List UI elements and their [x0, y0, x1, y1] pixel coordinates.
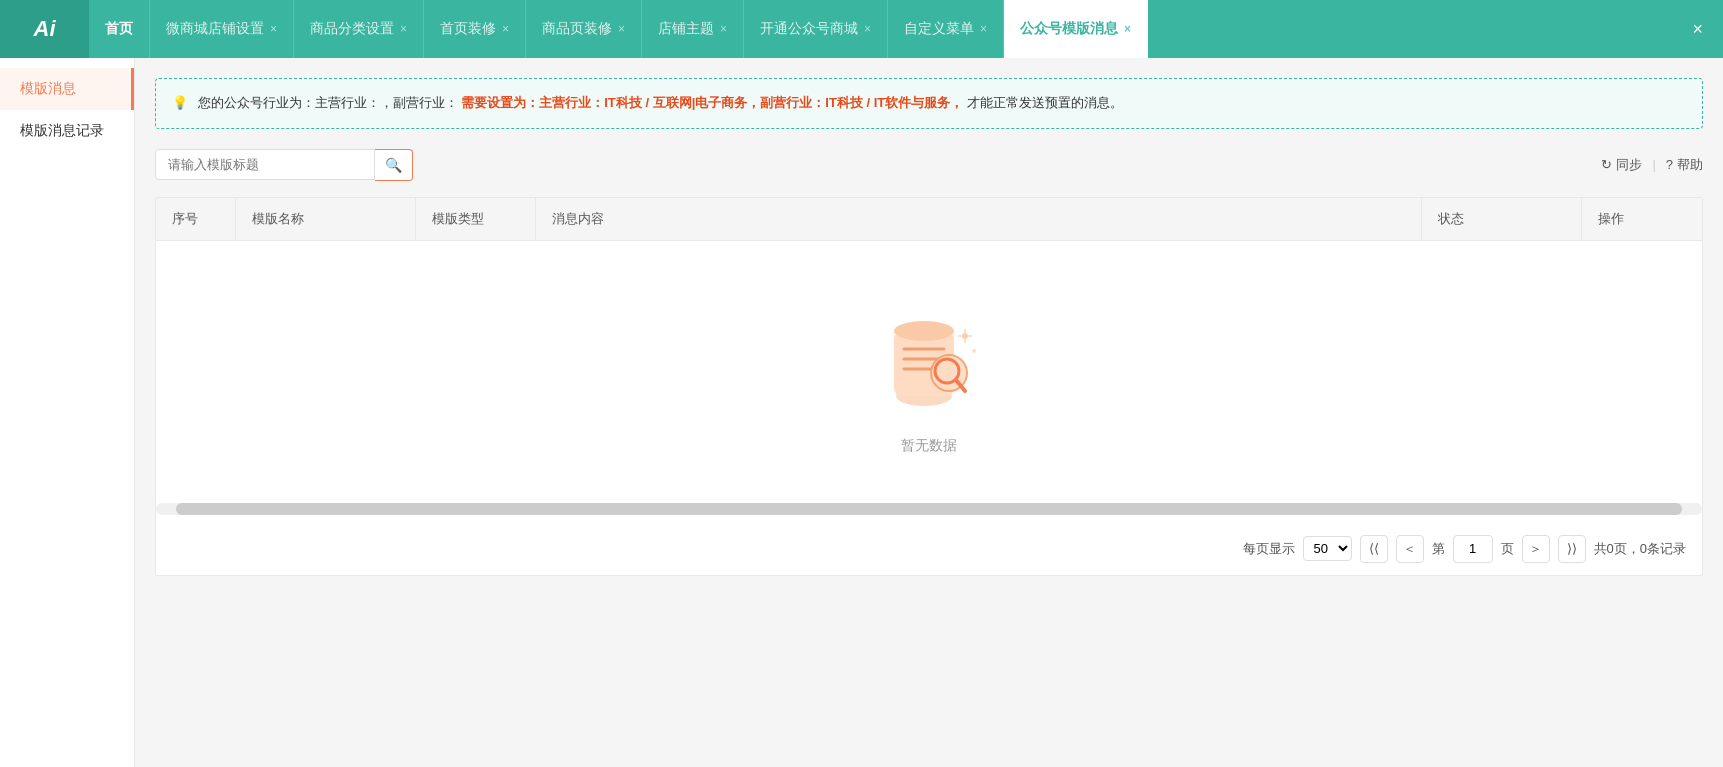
- close-icon[interactable]: ×: [400, 22, 407, 36]
- app-logo: Ai: [0, 0, 89, 58]
- col-header-type: 模版类型: [416, 198, 536, 240]
- info-banner: 💡 您的公众号行业为：主营行业：，副营行业： 需要设置为：主营行业：IT科技 /…: [155, 78, 1703, 129]
- close-icon[interactable]: ×: [1124, 22, 1131, 36]
- close-icon[interactable]: ×: [618, 22, 625, 36]
- search-button[interactable]: 🔍: [375, 149, 413, 181]
- top-nav: Ai 首页 微商城店铺设置 × 商品分类设置 × 首页装修 × 商品页装修 × …: [0, 0, 1723, 58]
- search-bar: 🔍 ↻ 同步 | ? 帮助: [155, 149, 1703, 181]
- close-icon[interactable]: ×: [502, 22, 509, 36]
- scrollbar-thumb[interactable]: [176, 503, 1682, 515]
- nav-tab-template-msg[interactable]: 公众号模版消息 ×: [1004, 0, 1148, 58]
- page-input[interactable]: 1: [1453, 535, 1493, 563]
- nav-tab-open-mall[interactable]: 开通公众号商城 ×: [744, 0, 888, 58]
- close-icon[interactable]: ×: [720, 22, 727, 36]
- col-header-action: 操作: [1582, 198, 1702, 240]
- content-area: 💡 您的公众号行业为：主营行业：，副营行业： 需要设置为：主营行业：IT科技 /…: [135, 58, 1723, 767]
- sidebar-item-template-msg-record[interactable]: 模版消息记录: [0, 110, 134, 152]
- close-all-button[interactable]: ×: [1682, 19, 1713, 40]
- nav-tab-shop-settings[interactable]: 微商城店铺设置 ×: [150, 0, 294, 58]
- per-page-label: 每页显示: [1243, 540, 1295, 558]
- nav-tab-home-decor[interactable]: 首页装修 ×: [424, 0, 526, 58]
- close-icon[interactable]: ×: [980, 22, 987, 36]
- nav-tab-home[interactable]: 首页: [89, 0, 150, 58]
- page-label: 第: [1432, 540, 1445, 558]
- divider: |: [1652, 157, 1655, 172]
- nav-tab-category[interactable]: 商品分类设置 ×: [294, 0, 424, 58]
- bulb-icon: 💡: [172, 95, 188, 110]
- sidebar-item-template-msg[interactable]: 模版消息: [0, 68, 134, 110]
- nav-tab-theme[interactable]: 店铺主题 ×: [642, 0, 744, 58]
- col-header-status: 状态: [1422, 198, 1582, 240]
- sync-button[interactable]: ↻ 同步: [1601, 156, 1642, 174]
- main-layout: 模版消息 模版消息记录 💡 您的公众号行业为：主营行业：，副营行业： 需要设置为…: [0, 58, 1723, 767]
- col-header-name: 模版名称: [236, 198, 416, 240]
- data-table: 序号 模版名称 模版类型 消息内容 状态 操作: [155, 197, 1703, 576]
- empty-text: 暂无数据: [901, 437, 957, 455]
- empty-illustration: [869, 301, 989, 421]
- per-page-select[interactable]: 50: [1303, 536, 1352, 561]
- table-header: 序号 模版名称 模版类型 消息内容 状态 操作: [156, 198, 1702, 241]
- close-icon[interactable]: ×: [270, 22, 277, 36]
- svg-point-10: [972, 349, 976, 353]
- last-page-button[interactable]: ⟩⟩: [1558, 535, 1586, 563]
- page-unit: 页: [1501, 540, 1514, 558]
- col-header-content: 消息内容: [536, 198, 1422, 240]
- help-icon: ?: [1666, 157, 1673, 172]
- col-header-index: 序号: [156, 198, 236, 240]
- next-page-button[interactable]: ＞: [1522, 535, 1550, 563]
- help-button[interactable]: ? 帮助: [1666, 156, 1703, 174]
- total-info: 共0页，0条记录: [1594, 540, 1686, 558]
- svg-point-2: [894, 321, 954, 341]
- search-right: ↻ 同步 | ? 帮助: [1601, 156, 1703, 174]
- search-left: 🔍: [155, 149, 413, 181]
- search-input[interactable]: [155, 149, 375, 180]
- first-page-button[interactable]: ⟨⟨: [1360, 535, 1388, 563]
- prev-page-button[interactable]: ＜: [1396, 535, 1424, 563]
- sidebar: 模版消息 模版消息记录: [0, 58, 135, 767]
- nav-tab-custom-menu[interactable]: 自定义菜单 ×: [888, 0, 1004, 58]
- search-icon: 🔍: [385, 157, 402, 173]
- sync-icon: ↻: [1601, 157, 1612, 172]
- close-icon[interactable]: ×: [864, 22, 871, 36]
- empty-state: 暂无数据: [156, 241, 1702, 495]
- horizontal-scrollbar[interactable]: [156, 503, 1702, 515]
- nav-tab-product-decor[interactable]: 商品页装修 ×: [526, 0, 642, 58]
- pagination: 每页显示 50 ⟨⟨ ＜ 第 1 页 ＞ ⟩⟩ 共0页，0条记录: [156, 523, 1702, 575]
